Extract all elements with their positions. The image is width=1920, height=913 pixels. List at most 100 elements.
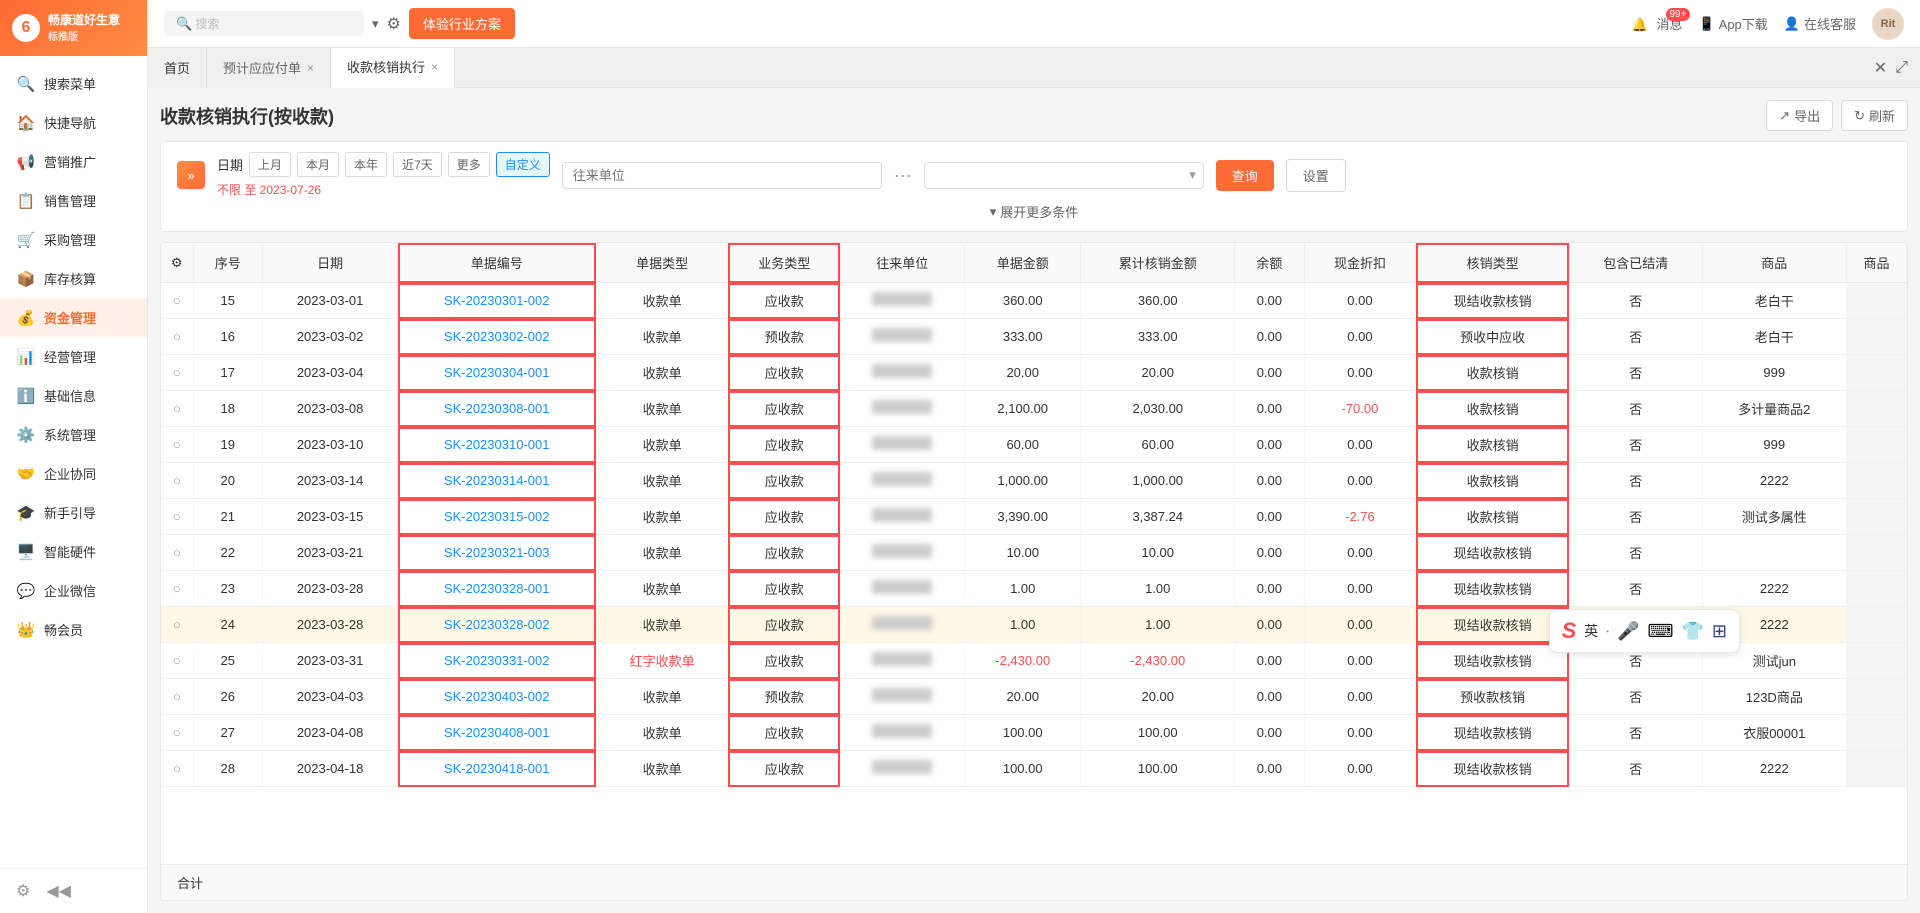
cell-biz-type: 应收款 (728, 643, 840, 679)
cell-verified: 2,030.00 (1081, 391, 1235, 427)
sidebar-item-hardware[interactable]: 🖥️ 智能硬件 (0, 532, 147, 571)
tab-collection[interactable]: 收款核销执行 × (331, 48, 455, 88)
sidebar-item-wechat[interactable]: 💬 企业微信 (0, 571, 147, 610)
cell-sn[interactable]: SK-20230328-002 (398, 607, 596, 643)
filter-more-btn[interactable]: 更多 (448, 152, 490, 177)
table-row[interactable]: ○ 27 2023-04-08 SK-20230408-001 收款单 应收款 … (161, 715, 1907, 751)
shirt-icon[interactable]: 👕 (1681, 621, 1703, 642)
cell-sn[interactable]: SK-20230403-002 (398, 679, 596, 715)
cell-settings[interactable]: ○ (161, 463, 193, 499)
cell-sn[interactable]: SK-20230328-001 (398, 571, 596, 607)
sidebar-item-inventory[interactable]: 📦 库存核算 (0, 259, 147, 298)
query-button[interactable]: 查询 (1216, 160, 1274, 191)
topbar-gear-icon[interactable]: ⚙ (387, 14, 401, 34)
cell-date: 2023-03-04 (263, 355, 398, 391)
settings-icon[interactable]: ⚙ (16, 881, 30, 901)
table-row[interactable]: ○ 17 2023-03-04 SK-20230304-001 收款单 应收款 … (161, 355, 1907, 391)
sidebar-item-guide[interactable]: 🎓 新手引导 (0, 493, 147, 532)
table-row[interactable]: ○ 23 2023-03-28 SK-20230328-001 收款单 应收款 … (161, 571, 1907, 607)
sidebar-item-system[interactable]: ⚙️ 系统管理 (0, 415, 147, 454)
table-row[interactable]: ○ 15 2023-03-01 SK-20230301-002 收款单 应收款 … (161, 283, 1907, 319)
message-icon[interactable]: 🔔 99+ 消息 (1632, 14, 1683, 34)
mic-icon[interactable]: 🎤 (1617, 621, 1639, 642)
tab-prepay-close-icon[interactable]: × (307, 61, 314, 75)
table-row[interactable]: ○ 26 2023-04-03 SK-20230403-002 收款单 预收款 … (161, 679, 1907, 715)
cell-sn[interactable]: SK-20230308-001 (398, 391, 596, 427)
cell-settings[interactable]: ○ (161, 427, 193, 463)
filter-this-year-btn[interactable]: 本年 (345, 152, 387, 177)
cell-settings[interactable]: ○ (161, 679, 193, 715)
tab-prepay[interactable]: 预计应应付单 × (207, 48, 331, 88)
cell-settings[interactable]: ○ (161, 715, 193, 751)
cell-sn[interactable]: SK-20230418-001 (398, 751, 596, 787)
collapse-icon[interactable]: ◀◀ (46, 881, 71, 901)
cell-sn[interactable]: SK-20230408-001 (398, 715, 596, 751)
table-row[interactable]: ○ 16 2023-03-02 SK-20230302-002 收款单 预收款 … (161, 319, 1907, 355)
app-download-link[interactable]: 📱 App下载 (1698, 14, 1767, 33)
th-incl-settled: 包含已结清 (1569, 243, 1702, 283)
table-row[interactable]: ○ 21 2023-03-15 SK-20230315-002 收款单 应收款 … (161, 499, 1907, 535)
table-row[interactable]: ○ 28 2023-04-18 SK-20230418-001 收款单 应收款 … (161, 751, 1907, 787)
cell-discount: 0.00 (1304, 463, 1416, 499)
cell-sn[interactable]: SK-20230314-001 (398, 463, 596, 499)
filter-7days-btn[interactable]: 近7天 (393, 152, 442, 177)
cell-sn[interactable]: SK-20230321-003 (398, 535, 596, 571)
sidebar-item-nav[interactable]: 🏠 快捷导航 (0, 103, 147, 142)
avatar[interactable]: Rit (1872, 8, 1904, 40)
keyboard-icon[interactable]: ⌨ (1648, 621, 1674, 642)
cell-settings[interactable]: ○ (161, 535, 193, 571)
filter-expand-button[interactable]: » (177, 161, 205, 189)
topbar-search-area[interactable]: 🔍 搜索 (164, 11, 364, 36)
industry-solution-button[interactable]: 体验行业方案 (409, 8, 515, 39)
filter-custom-btn[interactable]: 自定义 (496, 152, 550, 177)
tab-collection-close-icon[interactable]: × (431, 60, 438, 74)
cell-settings[interactable]: ○ (161, 391, 193, 427)
table-wrapper[interactable]: ⚙ 序号 日期 单据编号 单据类型 业务类型 往来单位 单据金额 累计核销金额 … (161, 243, 1907, 864)
tab-expand-icon[interactable]: ⤢ (1895, 59, 1908, 77)
sidebar-item-finance[interactable]: 💰 资金管理 (0, 298, 147, 337)
cell-sn[interactable]: SK-20230331-002 (398, 643, 596, 679)
filter-dots[interactable]: ··· (894, 165, 912, 186)
sidebar-item-search[interactable]: 🔍 搜索菜单 (0, 64, 147, 103)
topbar: 🔍 搜索 ▾ ⚙ 体验行业方案 🔔 99+ 消息 📱 App下载 👤 在线客服 (148, 0, 1920, 48)
table-row[interactable]: ○ 22 2023-03-21 SK-20230321-003 收款单 应收款 … (161, 535, 1907, 571)
tab-close-icon[interactable]: ✕ (1874, 58, 1887, 78)
sidebar-item-operation[interactable]: 📊 经营管理 (0, 337, 147, 376)
filter-this-month-btn[interactable]: 本月 (297, 152, 339, 177)
th-settings[interactable]: ⚙ (161, 243, 193, 283)
cell-settings[interactable]: ○ (161, 355, 193, 391)
cell-sn[interactable]: SK-20230304-001 (398, 355, 596, 391)
cell-settings[interactable]: ○ (161, 571, 193, 607)
online-service-link[interactable]: 👤 在线客服 (1784, 14, 1856, 33)
receipt-type-select[interactable] (924, 162, 1204, 189)
cell-order: 16 (193, 319, 263, 355)
settings-button[interactable]: 设置 (1286, 159, 1346, 192)
cell-sn[interactable]: SK-20230310-001 (398, 427, 596, 463)
refresh-button[interactable]: ↻ 刷新 (1841, 100, 1908, 131)
grid-icon[interactable]: ⊞ (1712, 621, 1727, 642)
table-row[interactable]: ○ 19 2023-03-10 SK-20230310-001 收款单 应收款 … (161, 427, 1907, 463)
sidebar-item-purchase[interactable]: 🛒 采购管理 (0, 220, 147, 259)
expand-more-button[interactable]: ▾ 展开更多条件 (990, 202, 1079, 221)
sidebar-item-member[interactable]: 👑 畅会员 (0, 610, 147, 649)
cell-sn[interactable]: SK-20230315-002 (398, 499, 596, 535)
sidebar-item-marketing[interactable]: 📢 营销推广 (0, 142, 147, 181)
cell-settings[interactable]: ○ (161, 607, 193, 643)
partner-input[interactable] (562, 162, 882, 189)
topbar-dropdown[interactable]: ▾ (372, 16, 379, 32)
sidebar-item-sales[interactable]: 📋 销售管理 (0, 181, 147, 220)
table-row[interactable]: ○ 20 2023-03-14 SK-20230314-001 收款单 应收款 … (161, 463, 1907, 499)
cell-settings[interactable]: ○ (161, 643, 193, 679)
sidebar-item-enterprise[interactable]: 🤝 企业协同 (0, 454, 147, 493)
cell-settings[interactable]: ○ (161, 283, 193, 319)
cell-sn[interactable]: SK-20230301-002 (398, 283, 596, 319)
tab-home[interactable]: 首页 (148, 48, 207, 88)
cell-settings[interactable]: ○ (161, 499, 193, 535)
cell-settings[interactable]: ○ (161, 319, 193, 355)
filter-last-month-btn[interactable]: 上月 (249, 152, 291, 177)
cell-settings[interactable]: ○ (161, 751, 193, 787)
export-button[interactable]: ↗ 导出 (1766, 100, 1833, 131)
table-row[interactable]: ○ 18 2023-03-08 SK-20230308-001 收款单 应收款 … (161, 391, 1907, 427)
sidebar-item-basic[interactable]: ℹ️ 基础信息 (0, 376, 147, 415)
cell-sn[interactable]: SK-20230302-002 (398, 319, 596, 355)
